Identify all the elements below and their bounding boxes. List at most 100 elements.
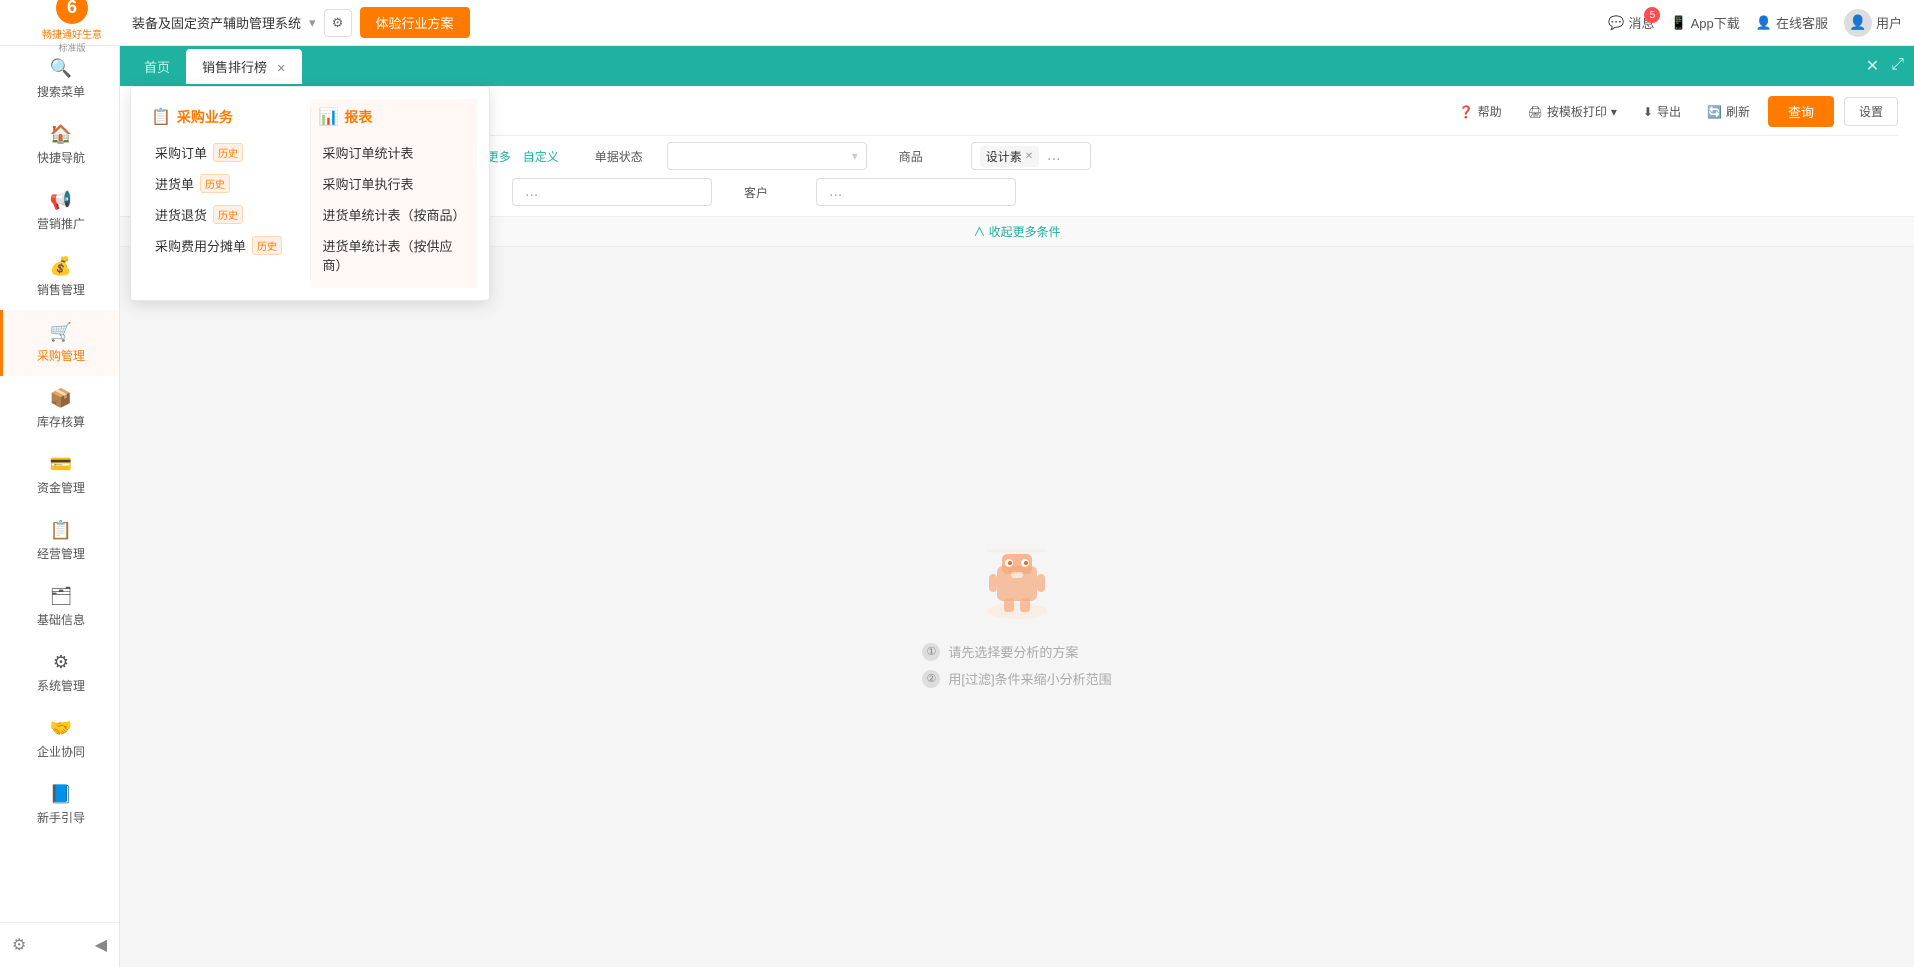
tab-maximize-btn[interactable]: ⤢ bbox=[1889, 54, 1906, 78]
topbar-gear-btn[interactable]: ⚙ bbox=[324, 9, 352, 37]
history-badge: 历史 bbox=[252, 236, 282, 255]
sales-icon: 💰 bbox=[50, 256, 72, 277]
empty-tips: ① 请先选择要分析的方案 ② 用[过滤]条件来缩小分析范围 bbox=[922, 642, 1111, 688]
dropdown-item-purchase-return[interactable]: 进货退货 历史 bbox=[151, 199, 302, 230]
product-tag: 设计素 ✕ bbox=[980, 146, 1039, 167]
system-name: 装备及固定资产辅助管理系统 bbox=[132, 13, 301, 32]
sidebar-item-enterprise[interactable]: 🤝 企业协同 bbox=[0, 706, 119, 772]
sidebar-item-system[interactable]: ⚙ 系统管理 bbox=[0, 640, 119, 706]
tab-home-label: 首页 bbox=[144, 60, 170, 75]
dropdown-item-label: 进货单统计表（按商品） bbox=[323, 205, 466, 224]
sidebar-item-finance[interactable]: 💳 资金管理 bbox=[0, 442, 119, 508]
salesperson-dots[interactable]: ... bbox=[525, 183, 538, 201]
sidebar-collapse-btn[interactable]: ◀ bbox=[95, 935, 107, 955]
sidebar-item-basic[interactable]: 🗂 基础信息 bbox=[0, 574, 119, 640]
export-label: 导出 bbox=[1657, 103, 1681, 120]
sidebar-item-search[interactable]: 🔍 搜索菜单 bbox=[0, 46, 119, 112]
sidebar-item-label: 新手引导 bbox=[37, 809, 85, 826]
refresh-label: 刷新 bbox=[1726, 103, 1750, 120]
sidebar-item-label: 营销推广 bbox=[37, 215, 85, 232]
export-icon: ⬇ bbox=[1643, 105, 1653, 119]
sidebar-item-sales[interactable]: 💰 销售管理 bbox=[0, 244, 119, 310]
toolbar-right: ❓ 帮助 🖨 按模板打印 ▾ ⬇ 导出 🔄 刷新 bbox=[1451, 96, 1898, 127]
dropdown-item-purchase-order-stat[interactable]: 采购订单统计表 bbox=[319, 137, 470, 168]
sidebar-settings-btn[interactable]: ⚙ bbox=[12, 935, 26, 955]
topbar: 6 畅捷通好生意 标准版 装备及固定资产辅助管理系统 ▾ ⚙ 体验行业方案 💬 … bbox=[0, 0, 1914, 46]
dropdown-col-header-purchase: 📋 采购业务 bbox=[151, 107, 302, 127]
dropdown-item-purchase-in-stat-supplier[interactable]: 进货单统计表（按供应商） bbox=[319, 230, 470, 280]
refresh-btn[interactable]: 🔄 刷新 bbox=[1699, 99, 1758, 124]
status-input[interactable]: ▾ bbox=[667, 142, 867, 170]
inventory-icon: 📦 bbox=[50, 388, 72, 409]
print-dropdown-icon: ▾ bbox=[1611, 105, 1617, 119]
experience-button[interactable]: 体验行业方案 bbox=[360, 7, 470, 38]
home-icon: 🏠 bbox=[50, 124, 72, 145]
tab-close-icon[interactable]: ✕ bbox=[277, 63, 286, 75]
sidebar-item-label: 经营管理 bbox=[37, 545, 85, 562]
dropdown-item-label: 采购订单 bbox=[155, 143, 207, 162]
sidebar-item-label: 快捷导航 bbox=[37, 149, 85, 166]
quick-custom-btn[interactable]: 自定义 bbox=[519, 146, 563, 167]
purchase-section-title: 采购业务 bbox=[177, 107, 233, 127]
sidebar-item-inventory[interactable]: 📦 库存核算 bbox=[0, 376, 119, 442]
product-dots[interactable]: ... bbox=[1047, 147, 1060, 165]
user-menu-btn[interactable]: 👤 用户 bbox=[1844, 9, 1902, 37]
tab-close-window-btn[interactable]: ✕ bbox=[1864, 54, 1881, 78]
salesperson-input[interactable]: ... bbox=[512, 178, 712, 206]
sidebar-item-label: 销售管理 bbox=[37, 281, 85, 298]
topbar-dropdown-arrow[interactable]: ▾ bbox=[309, 15, 316, 31]
print-btn[interactable]: 🖨 按模板打印 ▾ bbox=[1520, 99, 1625, 124]
tab-sales-rank[interactable]: 销售排行榜 ✕ bbox=[186, 49, 302, 84]
empty-tip-1: ① 请先选择要分析的方案 bbox=[922, 642, 1111, 661]
refresh-icon: 🔄 bbox=[1707, 105, 1722, 119]
product-tag-close[interactable]: ✕ bbox=[1025, 151, 1033, 162]
service-label: 在线客服 bbox=[1776, 13, 1828, 32]
help-btn[interactable]: ❓ 帮助 bbox=[1451, 99, 1510, 124]
tip-num-2: ② bbox=[922, 670, 940, 688]
export-btn[interactable]: ⬇ 导出 bbox=[1635, 99, 1689, 124]
phone-icon: 📱 bbox=[1670, 15, 1686, 31]
dropdown-item-purchase-in-stat-product[interactable]: 进货单统计表（按商品） bbox=[319, 199, 470, 230]
sidebar-item-label: 基础信息 bbox=[37, 611, 85, 628]
collapse-arrow-icon: ∧ bbox=[973, 225, 985, 239]
purchase-section-icon: 📋 bbox=[151, 107, 171, 127]
product-label: 商品 bbox=[899, 148, 959, 165]
logo-badge: 标准版 bbox=[58, 41, 85, 54]
dropdown-item-purchase-order[interactable]: 采购订单 历史 bbox=[151, 137, 302, 168]
product-input[interactable]: 设计素 ✕ ... bbox=[971, 142, 1091, 170]
history-badge: 历史 bbox=[213, 143, 243, 162]
notif-badge: 5 bbox=[1644, 7, 1660, 23]
basic-icon: 🗂 bbox=[50, 586, 73, 607]
help-label: 帮助 bbox=[1478, 103, 1502, 120]
user-label: 用户 bbox=[1876, 13, 1902, 32]
tab-right-btns: ✕ ⤢ bbox=[1864, 54, 1906, 78]
sidebar-item-operation[interactable]: 📋 经营管理 bbox=[0, 508, 119, 574]
user-avatar: 👤 bbox=[1844, 9, 1872, 37]
purchase-icon: 🛒 bbox=[50, 322, 72, 343]
tab-home[interactable]: 首页 bbox=[128, 49, 186, 84]
sidebar-item-label: 企业协同 bbox=[37, 743, 85, 760]
finance-icon: 💳 bbox=[50, 454, 72, 475]
notification-btn[interactable]: 💬 消息 5 bbox=[1608, 13, 1654, 32]
sidebar-item-purchase[interactable]: 🛒 采购管理 bbox=[0, 310, 119, 376]
dropdown-item-purchase-in[interactable]: 进货单 历史 bbox=[151, 168, 302, 199]
app-download-btn[interactable]: 📱 App下载 bbox=[1670, 13, 1739, 32]
sidebar-item-label: 资金管理 bbox=[37, 479, 85, 496]
search-icon: 🔍 bbox=[50, 58, 72, 79]
dropdown-item-label: 进货退货 bbox=[155, 205, 207, 224]
sidebar-item-guide[interactable]: 📘 新手引导 bbox=[0, 772, 119, 838]
logo-area: 6 畅捷通好生意 标准版 bbox=[12, 0, 132, 54]
tab-bar: 首页 销售排行榜 ✕ ✕ ⤢ bbox=[120, 46, 1914, 86]
sidebar-item-quick-nav[interactable]: 🏠 快捷导航 bbox=[0, 112, 119, 178]
search-button[interactable]: 查询 bbox=[1768, 96, 1834, 127]
topbar-middle: 装备及固定资产辅助管理系统 ▾ ⚙ 体验行业方案 bbox=[132, 7, 1608, 38]
customer-dots[interactable]: ... bbox=[829, 183, 842, 201]
empty-tip-2: ② 用[过滤]条件来缩小分析范围 bbox=[922, 669, 1111, 688]
settings-button[interactable]: 设置 bbox=[1844, 97, 1898, 126]
sidebar-item-marketing[interactable]: 📢 营销推广 bbox=[0, 178, 119, 244]
dropdown-item-purchase-order-exec[interactable]: 采购订单执行表 bbox=[319, 168, 470, 199]
online-service-btn[interactable]: 👤 在线客服 bbox=[1756, 13, 1828, 32]
customer-input[interactable]: ... bbox=[816, 178, 1016, 206]
dropdown-item-purchase-expense[interactable]: 采购费用分摊单 历史 bbox=[151, 230, 302, 261]
system-icon: ⚙ bbox=[53, 652, 69, 673]
